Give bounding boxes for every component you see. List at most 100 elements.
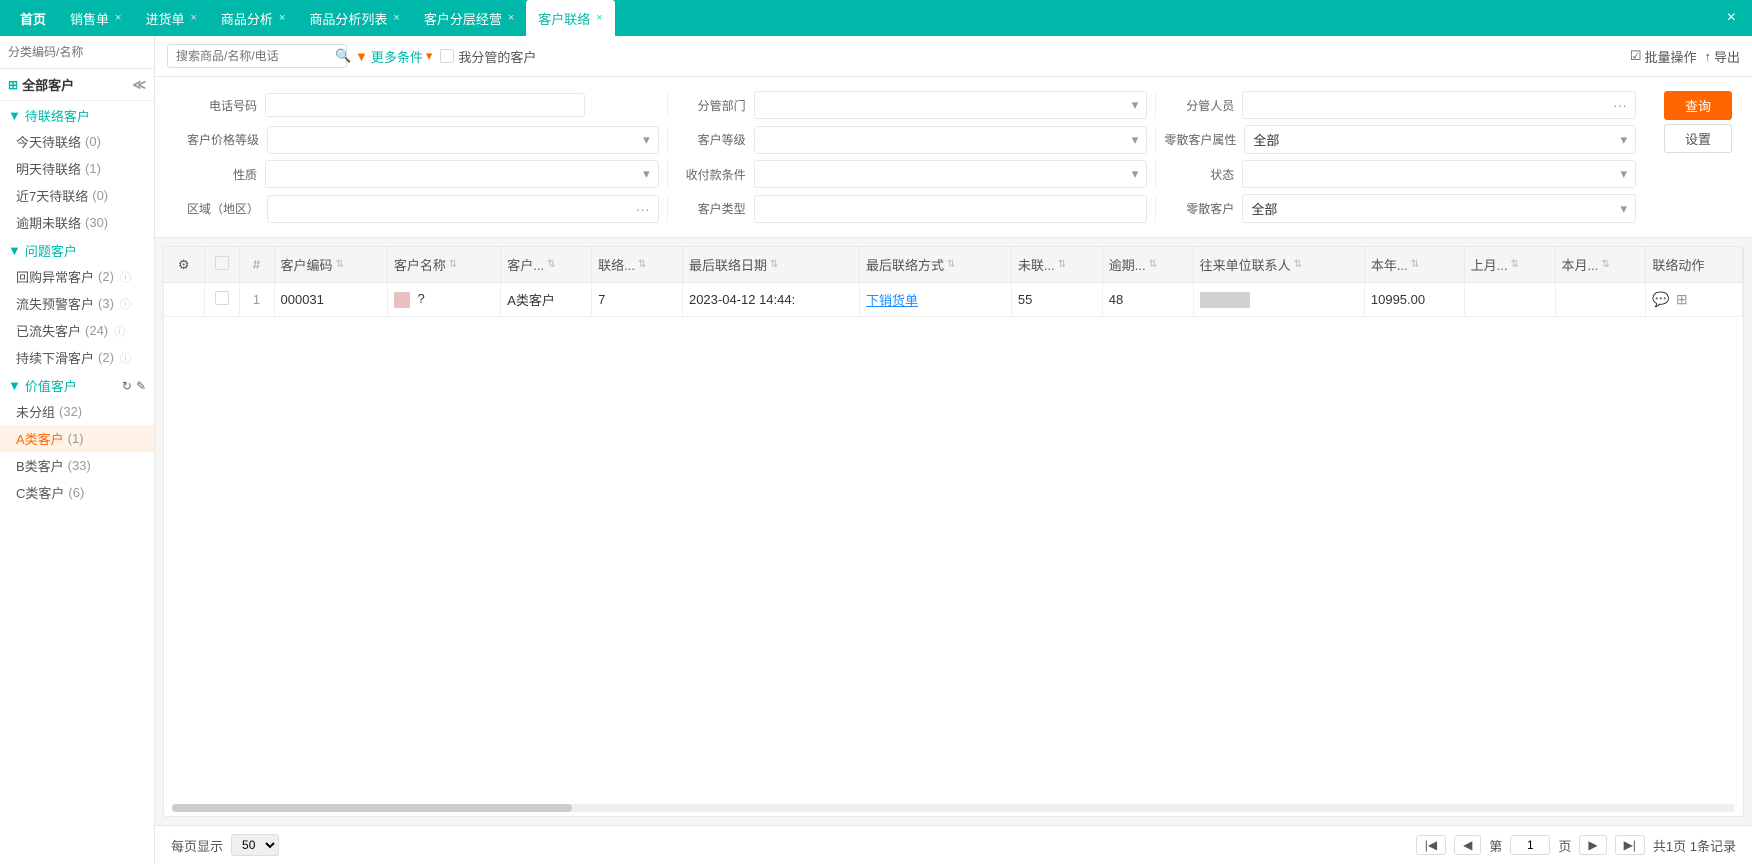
col-unit-contact[interactable]: 往来单位联系人 ⇅ (1193, 247, 1364, 283)
page-next-btn[interactable]: ▶ (1579, 835, 1606, 855)
retail-customer-select[interactable]: 全部 ▾ (1242, 194, 1636, 223)
customer-contact-tab-close[interactable]: × (596, 12, 602, 24)
region-more[interactable]: ··· (636, 201, 650, 217)
col-last-month[interactable]: 上月... ⇅ (1464, 247, 1555, 283)
row-checkbox[interactable] (204, 283, 239, 317)
person-select[interactable]: ··· (1242, 91, 1636, 119)
nav-tab-product-analysis[interactable]: 商品分析 × (209, 0, 297, 36)
declining-info-icon[interactable]: ⓘ (120, 350, 131, 366)
col-this-year[interactable]: 本年... ⇅ (1364, 247, 1464, 283)
status-select[interactable]: ▾ (1242, 160, 1636, 188)
phone-input[interactable] (265, 93, 585, 117)
gear-icon[interactable]: ⚙ (178, 257, 190, 272)
nav-tab-purchase[interactable]: 进货单 × (133, 0, 208, 36)
batch-op-button[interactable]: ☑ 批量操作 (1630, 47, 1697, 66)
value-group-refresh[interactable]: ↻ (122, 379, 132, 393)
my-customers-checkbox[interactable]: 我分管的客户 (440, 47, 536, 66)
col-method-sort[interactable]: ⇅ (947, 259, 955, 270)
region-select[interactable]: ··· (267, 195, 659, 223)
scrollbar-thumb[interactable] (172, 804, 572, 812)
sidebar-collapse-icon[interactable]: ≪ (132, 77, 146, 93)
sales-tab-close[interactable]: × (115, 12, 121, 24)
page-last-btn[interactable]: ▶| (1615, 835, 1645, 855)
product-analysis-tab-close[interactable]: × (279, 12, 285, 24)
col-code[interactable]: 客户编码 ⇅ (274, 247, 387, 283)
page-size-select[interactable]: 50 (231, 834, 279, 856)
col-customer-type[interactable]: 客户... ⇅ (501, 247, 592, 283)
grid-icon[interactable]: ⊞ (1676, 291, 1688, 308)
col-type-sort[interactable]: ⇅ (547, 259, 555, 270)
col-name-sort[interactable]: ⇅ (449, 259, 457, 270)
filter-search-input[interactable] (176, 49, 331, 63)
dept-select[interactable]: ▾ (754, 91, 1148, 119)
col-last-contact-date[interactable]: 最后联络日期 ⇅ (682, 247, 859, 283)
product-list-tab-close[interactable]: × (393, 12, 399, 24)
col-code-sort[interactable]: ⇅ (336, 259, 344, 270)
person-more[interactable]: ··· (1613, 97, 1627, 113)
col-this-month[interactable]: 本月... ⇅ (1555, 247, 1646, 283)
sidebar-item-today-pending[interactable]: 今天待联络 (0) (0, 128, 154, 155)
search-button[interactable]: 查询 (1664, 91, 1732, 120)
header-checkbox[interactable] (215, 256, 229, 270)
customer-type-select[interactable] (754, 195, 1148, 223)
col-contact-sort[interactable]: ⇅ (638, 259, 646, 270)
col-date-sort[interactable]: ⇅ (770, 259, 778, 270)
sidebar-pending-group[interactable]: ▼ 待联络客户 (0, 101, 154, 128)
sidebar-item-declining[interactable]: 持续下滑客户 (2) ⓘ (0, 344, 154, 371)
retail-attr-select[interactable]: 全部 ▾ (1244, 125, 1636, 154)
sidebar-item-unclassified[interactable]: 未分组 (32) (0, 398, 154, 425)
nav-tab-product-list[interactable]: 商品分析列表 × (297, 0, 411, 36)
row-last-contact-method[interactable]: 下销货单 (859, 283, 1011, 317)
export-button[interactable]: ↑ 导出 (1704, 47, 1740, 66)
col-this-month-sort[interactable]: ⇅ (1601, 259, 1609, 270)
payment-select[interactable]: ▾ (754, 160, 1148, 188)
purchase-tab-close[interactable]: × (190, 12, 196, 24)
sidebar-item-class-a[interactable]: A类客户 (1) (0, 425, 154, 452)
col-name[interactable]: 客户名称 ⇅ (387, 247, 500, 283)
churned-info-icon[interactable]: ⓘ (114, 323, 125, 339)
col-contact[interactable]: 联络... ⇅ (592, 247, 683, 283)
my-customers-check[interactable] (440, 49, 454, 63)
col-overdue-sort[interactable]: ⇅ (1149, 259, 1157, 270)
col-last-contact-method[interactable]: 最后联络方式 ⇅ (859, 247, 1011, 283)
contact-method-link[interactable]: 下销货单 (866, 293, 918, 308)
sidebar-item-repurchase-anomaly[interactable]: 回购异常客户 (2) ⓘ (0, 263, 154, 290)
col-no-contact-sort[interactable]: ⇅ (1058, 259, 1066, 270)
more-conditions-button[interactable]: ▼ 更多条件 ▾ (355, 47, 432, 66)
sidebar-item-class-c[interactable]: C类客户 (6) (0, 479, 154, 506)
customer-level-select[interactable]: ▾ (754, 126, 1148, 154)
settings-button[interactable]: 设置 (1664, 124, 1732, 153)
col-overdue[interactable]: 逾期... ⇅ (1102, 247, 1193, 283)
customer-segment-tab-close[interactable]: × (508, 12, 514, 24)
page-number-input[interactable] (1510, 835, 1550, 855)
sidebar-item-7days-pending[interactable]: 近7天待联络 (0) (0, 182, 154, 209)
sidebar-problem-group[interactable]: ▼ 问题客户 (0, 236, 154, 263)
col-this-year-sort[interactable]: ⇅ (1411, 259, 1419, 270)
nav-tab-home[interactable]: 首页 (8, 0, 58, 36)
col-no-contact[interactable]: 未联... ⇅ (1011, 247, 1102, 283)
sidebar-value-group[interactable]: ▼ 价值客户 ↻ ✎ (0, 371, 154, 398)
col-gear[interactable]: ⚙ (164, 247, 204, 283)
row-check[interactable] (215, 291, 229, 305)
price-level-select[interactable]: ▾ (267, 126, 659, 154)
sidebar-item-overdue-pending[interactable]: 逾期未联络 (30) (0, 209, 154, 236)
nature-select[interactable]: ▾ (265, 160, 659, 188)
nav-tab-customer-segment[interactable]: 客户分层经营 × (412, 0, 526, 36)
page-first-btn[interactable]: |◀ (1416, 835, 1446, 855)
col-checkbox[interactable] (204, 247, 239, 283)
sidebar-search-input[interactable] (8, 45, 155, 59)
nav-tab-customer-contact[interactable]: 客户联络 × (526, 0, 614, 36)
app-close-button[interactable]: × (1719, 9, 1744, 27)
repurchase-anomaly-info-icon[interactable]: ⓘ (120, 269, 131, 285)
nav-tab-sales[interactable]: 销售单 × (58, 0, 133, 36)
sidebar-item-class-b[interactable]: B类客户 (33) (0, 452, 154, 479)
sidebar-item-churned[interactable]: 已流失客户 (24) ⓘ (0, 317, 154, 344)
chat-icon[interactable]: 💬 (1652, 291, 1669, 308)
col-unit-contact-sort[interactable]: ⇅ (1294, 259, 1302, 270)
sidebar-all-customers[interactable]: ⊞ 全部客户 ≪ (0, 69, 154, 101)
sidebar-item-tomorrow-pending[interactable]: 明天待联络 (1) (0, 155, 154, 182)
sidebar-item-churn-warning[interactable]: 流失预警客户 (3) ⓘ (0, 290, 154, 317)
filter-search-icon[interactable]: 🔍 (335, 48, 351, 64)
horizontal-scrollbar[interactable] (172, 804, 1735, 812)
value-group-edit[interactable]: ✎ (136, 379, 146, 393)
